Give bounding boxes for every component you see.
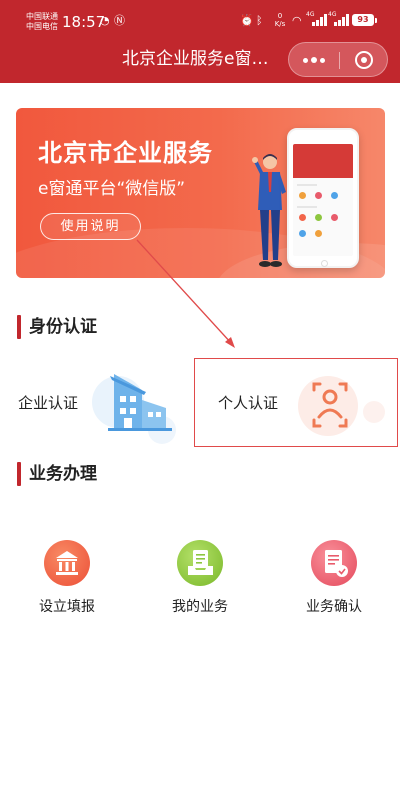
signal-icon-1: 4G xyxy=(306,11,328,26)
network-speed: 0 K/s xyxy=(272,12,288,28)
speed-value: 0 xyxy=(277,12,283,20)
app-screen: 中国联通 中国电信 18:57 ◔ Ⓝ ⏰ ᛒ 0 K/s ◠ 4G 4G 93 xyxy=(0,0,400,794)
speed-unit: K/s xyxy=(274,20,286,28)
more-button[interactable] xyxy=(289,43,339,76)
close-button[interactable] xyxy=(339,43,389,76)
mini-program-capsule xyxy=(288,42,388,77)
business-confirm-button[interactable]: 业务确认 xyxy=(289,540,379,620)
document-tray-icon xyxy=(177,540,223,586)
building-icon xyxy=(92,374,176,444)
banner-subtitle: e窗通平台“微信版” xyxy=(38,179,186,199)
battery-icon: 93 xyxy=(352,14,377,26)
carrier-2: 中国电信 xyxy=(26,22,58,31)
personal-auth-card[interactable]: 个人认证 xyxy=(196,360,396,446)
network-type-1: 4G xyxy=(306,11,315,18)
app-header: 中国联通 中国电信 18:57 ◔ Ⓝ ⏰ ᛒ 0 K/s ◠ 4G 4G 93 xyxy=(0,0,400,83)
status-bar: 中国联通 中国电信 18:57 ◔ Ⓝ ⏰ ᛒ 0 K/s ◠ 4G 4G 93 xyxy=(0,0,400,38)
bank-icon xyxy=(44,540,90,586)
business-confirm-label: 业务确认 xyxy=(306,599,362,615)
carrier-info: 中国联通 中国电信 xyxy=(26,12,58,32)
wifi-icon: ◠ xyxy=(292,14,302,27)
face-scan-icon xyxy=(298,376,385,436)
identity-section-header: 身份认证 xyxy=(17,313,137,341)
network-type-2: 4G xyxy=(328,11,337,18)
document-check-icon xyxy=(311,540,357,586)
page-title: 北京企业服务e窗… xyxy=(122,49,269,69)
banner-title: 北京市企业服务 xyxy=(38,139,213,167)
personal-auth-label: 个人认证 xyxy=(218,394,279,412)
businessman-illustration-icon xyxy=(252,154,286,267)
alarm-icon: ⏰ xyxy=(240,14,254,27)
section-accent-bar xyxy=(17,315,21,339)
carrier-1: 中国联通 xyxy=(26,12,58,21)
setup-filing-button[interactable]: 设立填报 xyxy=(22,540,112,620)
signal-icon-2: 4G xyxy=(328,11,350,26)
my-business-label: 我的业务 xyxy=(172,599,228,615)
status-time: 18:57 xyxy=(62,13,106,31)
usage-guide-button[interactable]: 使用说明 xyxy=(40,213,141,240)
phone-mockup-icon xyxy=(287,128,359,268)
business-section-header: 业务办理 xyxy=(17,460,137,488)
speedometer-icon: ◔ xyxy=(100,14,110,27)
setup-filing-label: 设立填报 xyxy=(39,599,95,615)
enterprise-auth-label: 企业认证 xyxy=(18,394,79,412)
my-business-button[interactable]: 我的业务 xyxy=(155,540,245,620)
enterprise-auth-card[interactable]: 企业认证 xyxy=(10,360,190,446)
section-accent-bar xyxy=(17,462,21,486)
nfc-icon: Ⓝ xyxy=(114,14,125,27)
business-section-title: 业务办理 xyxy=(29,464,97,484)
identity-section-title: 身份认证 xyxy=(29,317,97,337)
bluetooth-icon: ᛒ xyxy=(256,14,263,27)
